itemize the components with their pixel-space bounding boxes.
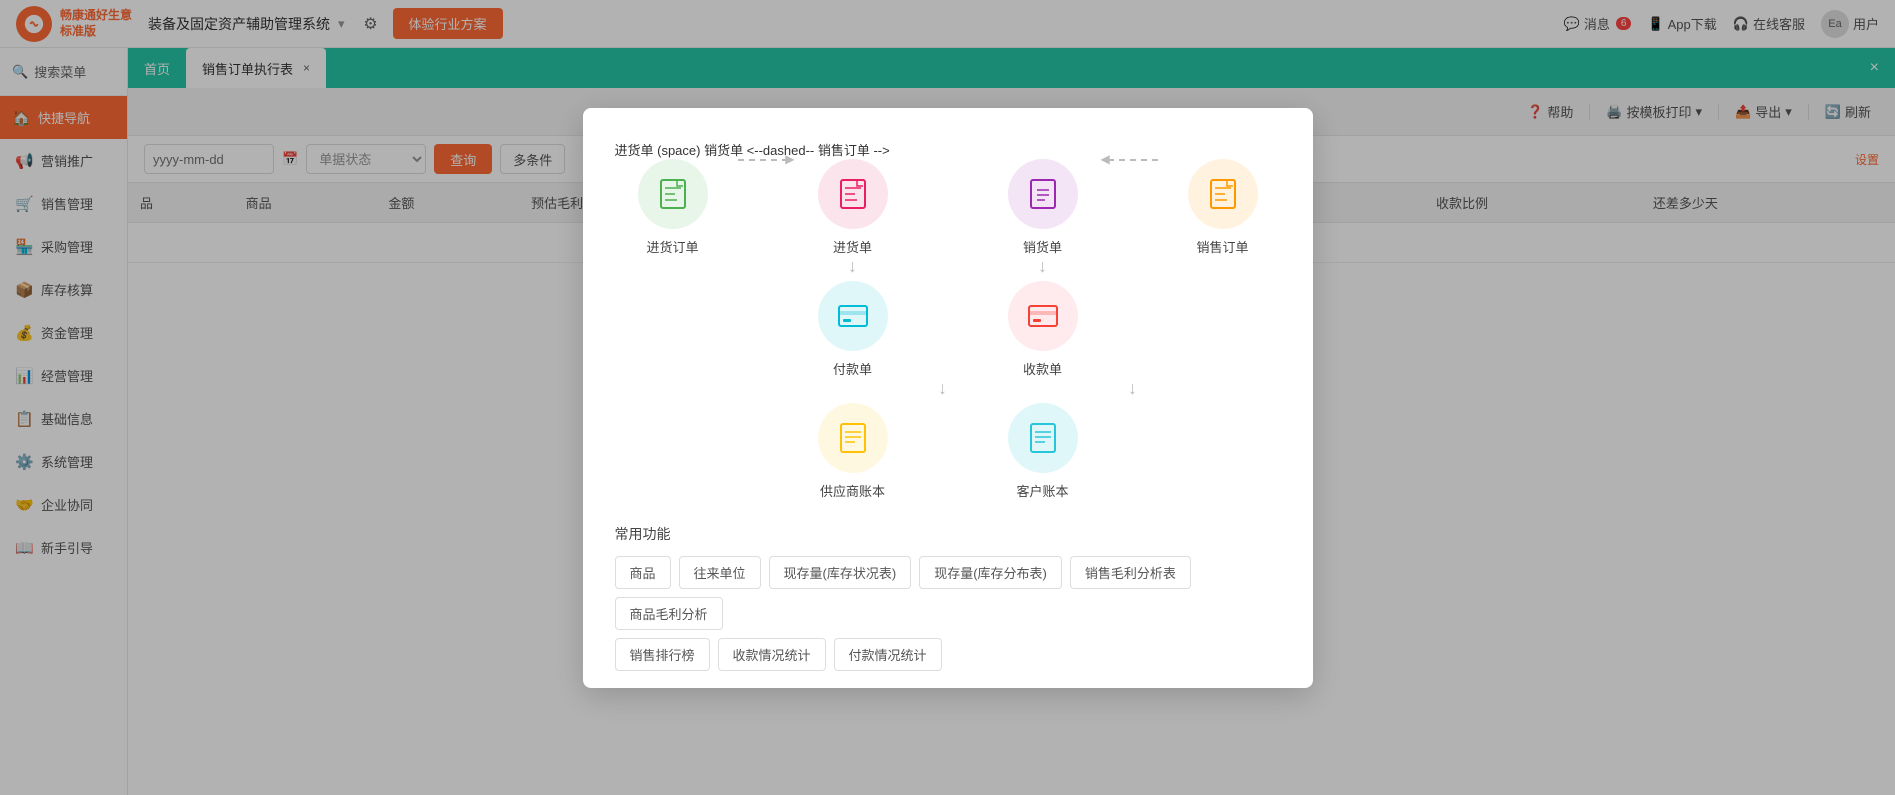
flow-node-purchase-bill[interactable]: 进货单 <box>798 159 908 256</box>
popup-box: 进货单 (space) 销货单 <--dashed-- 销售订单 --> 进货订… <box>583 108 1313 688</box>
popup-inner: 进货单 (space) 销货单 <--dashed-- 销售订单 --> 进货订… <box>583 108 1313 688</box>
flow-col-supplier: 供应商账本 <box>798 403 908 500</box>
receipt-icon <box>1008 281 1078 351</box>
func-btn-receipt-stats[interactable]: 收款情况统计 <box>718 638 826 671</box>
purchase-bill-icon <box>818 159 888 229</box>
func-btn-counterparty[interactable]: 往来单位 <box>679 556 761 589</box>
func-btn-sales-profit[interactable]: 销售毛利分析表 <box>1070 556 1191 589</box>
receipt-label: 收款单 <box>1023 359 1062 378</box>
flow-col-receipt: 收款单 <box>988 281 1098 378</box>
func-btn-stock-dist[interactable]: 现存量(库存分布表) <box>919 556 1062 589</box>
common-funcs-section: 常用功能 商品 往来单位 现存量(库存状况表) 现存量(库存分布表) 销售毛利分… <box>615 524 1281 671</box>
flow-node-receipt[interactable]: 收款单 <box>988 281 1098 378</box>
common-funcs-title: 常用功能 <box>615 524 1281 544</box>
func-btn-stock-status[interactable]: 现存量(库存状况表) <box>769 556 912 589</box>
payment-label: 付款单 <box>833 359 872 378</box>
sales-order-icon <box>1188 159 1258 229</box>
flow-node-sales-order[interactable]: 销售订单 <box>1168 159 1278 256</box>
flow-col-left: 进货订单 <box>618 159 728 256</box>
sales-bill-icon <box>1008 159 1078 229</box>
flow-node-sales-bill[interactable]: 销货单 <box>988 159 1098 256</box>
func-buttons-row1: 商品 往来单位 现存量(库存状况表) 现存量(库存分布表) 销售毛利分析表 商品… <box>615 556 1281 630</box>
payment-icon <box>818 281 888 351</box>
func-btn-sales-rank[interactable]: 销售排行榜 <box>615 638 710 671</box>
customer-label: 客户账本 <box>1016 481 1068 500</box>
supplier-label: 供应商账本 <box>820 481 885 500</box>
flow-node-purchase-order[interactable]: 进货订单 <box>618 159 728 256</box>
func-btn-goods[interactable]: 商品 <box>615 556 671 589</box>
customer-icon <box>1008 403 1078 473</box>
app-wrapper: 畅康通好生意 标准版 装备及固定资产辅助管理系统 ▾ ⚙ 体验行业方案 💬 消息… <box>0 0 1895 795</box>
popup-overlay: 进货单 (space) 销货单 <--dashed-- 销售订单 --> 进货订… <box>0 0 1895 795</box>
flow-node-customer[interactable]: 客户账本 <box>988 403 1098 500</box>
flow-node-payment[interactable]: 付款单 <box>798 281 908 378</box>
supplier-icon <box>818 403 888 473</box>
flow-col-payment: 付款单 <box>798 281 908 378</box>
flow-col-purchase-bill: 进货单 <box>798 159 908 256</box>
sales-order-label: 销售订单 <box>1196 237 1248 256</box>
flow-col-sales-bill: 销货单 <box>988 159 1098 256</box>
func-buttons-row2: 销售排行榜 收款情况统计 付款情况统计 <box>615 638 1281 671</box>
purchase-bill-label: 进货单 <box>833 237 872 256</box>
func-btn-goods-profit[interactable]: 商品毛利分析 <box>615 597 723 630</box>
flow-node-supplier[interactable]: 供应商账本 <box>798 403 908 500</box>
sales-bill-label: 销货单 <box>1023 237 1062 256</box>
func-btn-payment-stats[interactable]: 付款情况统计 <box>834 638 942 671</box>
flow-col-sales-order: 销售订单 <box>1168 159 1278 256</box>
purchase-order-label: 进货订单 <box>646 237 698 256</box>
purchase-order-icon <box>638 159 708 229</box>
flow-col-customer: 客户账本 <box>988 403 1098 500</box>
